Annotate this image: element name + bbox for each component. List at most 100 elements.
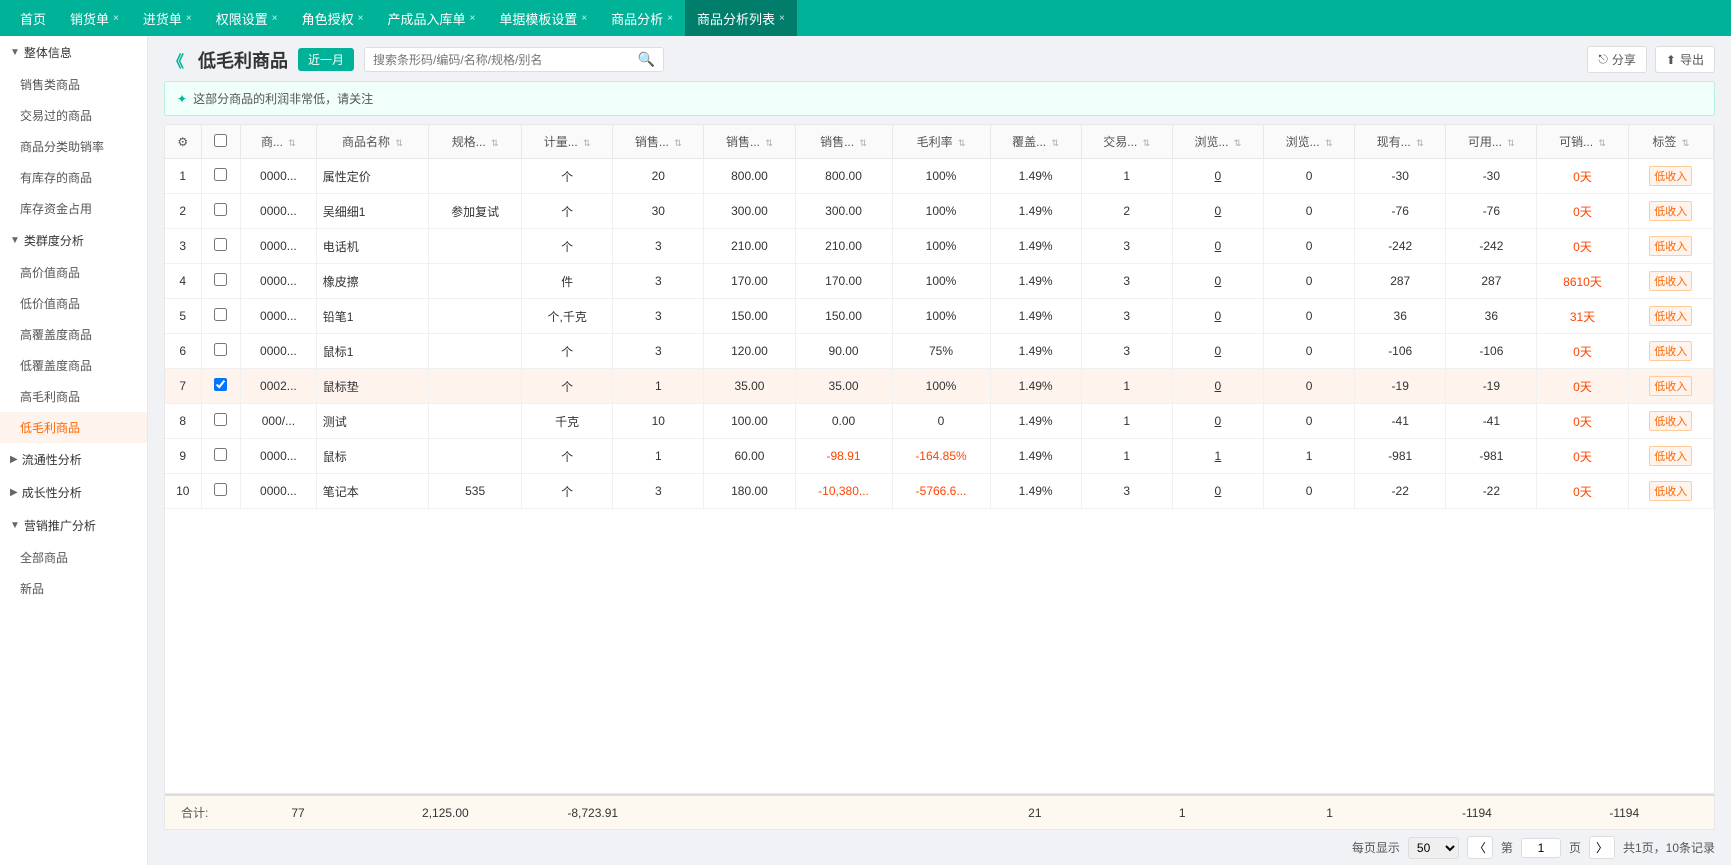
row-select-checkbox[interactable] bbox=[214, 238, 227, 251]
row-browse1[interactable]: 0 bbox=[1172, 299, 1263, 334]
column-sell-days[interactable]: 可销... ⇅ bbox=[1537, 125, 1628, 159]
page-number-input[interactable] bbox=[1521, 838, 1561, 858]
column-current-stock[interactable]: 现有... ⇅ bbox=[1355, 125, 1446, 159]
row-browse1[interactable]: 0 bbox=[1172, 404, 1263, 439]
row-checkbox[interactable] bbox=[201, 334, 241, 369]
nav-item-home[interactable]: 首页 bbox=[8, 0, 58, 36]
sidebar-item-low-coverage[interactable]: 低覆盖度商品 bbox=[0, 350, 147, 381]
nav-item-sales[interactable]: 销货单 × bbox=[58, 0, 131, 36]
row-browse1[interactable]: 0 bbox=[1172, 159, 1263, 194]
search-input[interactable] bbox=[373, 53, 638, 67]
close-icon[interactable]: × bbox=[779, 13, 785, 24]
row-select-checkbox[interactable] bbox=[214, 168, 227, 181]
browse1-link[interactable]: 0 bbox=[1215, 344, 1222, 358]
nav-item-permissions[interactable]: 权限设置 × bbox=[204, 0, 290, 36]
sidebar-item-low-value[interactable]: 低价值商品 bbox=[0, 288, 147, 319]
close-icon[interactable]: × bbox=[581, 13, 587, 24]
close-icon[interactable]: × bbox=[113, 13, 119, 24]
column-sale-profit[interactable]: 销售... ⇅ bbox=[795, 125, 892, 159]
per-page-select[interactable]: 50 100 200 bbox=[1408, 837, 1459, 859]
column-sale-price[interactable]: 销售... ⇅ bbox=[704, 125, 795, 159]
time-filter-button[interactable]: 近一月 bbox=[298, 48, 354, 71]
sidebar-group-cluster[interactable]: ▼ 类群度分析 bbox=[0, 224, 147, 257]
collapse-sidebar-button[interactable]: 《 bbox=[164, 48, 188, 72]
nav-item-analysis[interactable]: 商品分析 × bbox=[599, 0, 685, 36]
browse1-link[interactable]: 0 bbox=[1215, 484, 1222, 498]
row-select-checkbox[interactable] bbox=[214, 483, 227, 496]
row-browse1[interactable]: 1 bbox=[1172, 439, 1263, 474]
row-select-checkbox[interactable] bbox=[214, 273, 227, 286]
browse1-link[interactable]: 1 bbox=[1215, 449, 1222, 463]
nav-item-roles[interactable]: 角色授权 × bbox=[290, 0, 376, 36]
select-all-checkbox[interactable] bbox=[214, 134, 227, 147]
nav-item-analysis-list[interactable]: 商品分析列表 × bbox=[685, 0, 797, 36]
sidebar-item-high-value[interactable]: 高价值商品 bbox=[0, 257, 147, 288]
row-select-checkbox[interactable] bbox=[214, 343, 227, 356]
nav-item-purchase[interactable]: 进货单 × bbox=[131, 0, 204, 36]
row-browse1[interactable]: 0 bbox=[1172, 334, 1263, 369]
column-trade-count[interactable]: 交易... ⇅ bbox=[1081, 125, 1172, 159]
row-checkbox[interactable] bbox=[201, 439, 241, 474]
column-code[interactable]: 商... ⇅ bbox=[241, 125, 317, 159]
column-tag[interactable]: 标签 ⇅ bbox=[1628, 125, 1713, 159]
sidebar-item-category-rate[interactable]: 商品分类助销率 bbox=[0, 131, 147, 162]
row-browse1[interactable]: 0 bbox=[1172, 369, 1263, 404]
nav-item-template[interactable]: 单据模板设置 × bbox=[487, 0, 599, 36]
row-checkbox[interactable] bbox=[201, 264, 241, 299]
sidebar-group-growth[interactable]: ▶ 成长性分析 bbox=[0, 476, 147, 509]
export-button[interactable]: ⬆ 导出 bbox=[1655, 46, 1715, 73]
close-icon[interactable]: × bbox=[272, 13, 278, 24]
sidebar-item-stocked-goods[interactable]: 有库存的商品 bbox=[0, 162, 147, 193]
prev-page-button[interactable]: 〈 bbox=[1467, 836, 1493, 859]
sidebar-item-all-goods[interactable]: 全部商品 bbox=[0, 542, 147, 573]
column-gross-rate[interactable]: 毛利率 ⇅ bbox=[892, 125, 990, 159]
row-checkbox[interactable] bbox=[201, 299, 241, 334]
row-select-checkbox[interactable] bbox=[214, 203, 227, 216]
close-icon[interactable]: × bbox=[469, 13, 475, 24]
row-checkbox[interactable] bbox=[201, 474, 241, 509]
browse1-link[interactable]: 0 bbox=[1215, 239, 1222, 253]
sidebar-group-flow[interactable]: ▶ 流通性分析 bbox=[0, 443, 147, 476]
browse1-link[interactable]: 0 bbox=[1215, 309, 1222, 323]
column-spec[interactable]: 规格... ⇅ bbox=[429, 125, 522, 159]
row-browse1[interactable]: 0 bbox=[1172, 474, 1263, 509]
row-browse1[interactable]: 0 bbox=[1172, 194, 1263, 229]
sidebar-group-overview[interactable]: ▼ 整体信息 bbox=[0, 36, 147, 69]
row-checkbox[interactable] bbox=[201, 229, 241, 264]
row-browse1[interactable]: 0 bbox=[1172, 229, 1263, 264]
sidebar-item-sales-goods[interactable]: 销售类商品 bbox=[0, 69, 147, 100]
browse1-link[interactable]: 0 bbox=[1215, 274, 1222, 288]
row-browse1[interactable]: 0 bbox=[1172, 264, 1263, 299]
sidebar-item-stock-capital[interactable]: 库存资金占用 bbox=[0, 193, 147, 224]
column-avail-stock[interactable]: 可用... ⇅ bbox=[1446, 125, 1537, 159]
next-page-button[interactable]: 〉 bbox=[1589, 836, 1615, 859]
column-cover-rate[interactable]: 覆盖... ⇅ bbox=[990, 125, 1081, 159]
column-browse2[interactable]: 浏览... ⇅ bbox=[1263, 125, 1354, 159]
row-checkbox[interactable] bbox=[201, 159, 241, 194]
share-button[interactable]: ⎋ 分享 bbox=[1587, 46, 1647, 73]
close-icon[interactable]: × bbox=[667, 13, 673, 24]
column-browse1[interactable]: 浏览... ⇅ bbox=[1172, 125, 1263, 159]
browse1-link[interactable]: 0 bbox=[1215, 169, 1222, 183]
sidebar-group-marketing[interactable]: ▼ 营销推广分析 bbox=[0, 509, 147, 542]
row-select-checkbox[interactable] bbox=[214, 308, 227, 321]
row-select-checkbox[interactable] bbox=[214, 413, 227, 426]
column-checkbox-header[interactable] bbox=[201, 125, 241, 159]
row-checkbox[interactable] bbox=[201, 369, 241, 404]
row-checkbox[interactable] bbox=[201, 404, 241, 439]
column-sale-qty[interactable]: 销售... ⇅ bbox=[613, 125, 704, 159]
browse1-link[interactable]: 0 bbox=[1215, 414, 1222, 428]
browse1-link[interactable]: 0 bbox=[1215, 379, 1222, 393]
sidebar-item-high-gross[interactable]: 高毛利商品 bbox=[0, 381, 147, 412]
sidebar-item-traded-goods[interactable]: 交易过的商品 bbox=[0, 100, 147, 131]
column-settings[interactable]: ⚙ bbox=[165, 125, 201, 159]
sidebar-item-high-coverage[interactable]: 高覆盖度商品 bbox=[0, 319, 147, 350]
sidebar-item-new-goods[interactable]: 新品 bbox=[0, 573, 147, 604]
column-unit[interactable]: 计量... ⇅ bbox=[522, 125, 613, 159]
row-select-checkbox[interactable] bbox=[214, 378, 227, 391]
close-icon[interactable]: × bbox=[358, 13, 364, 24]
column-name[interactable]: 商品名称 ⇅ bbox=[316, 125, 428, 159]
close-icon[interactable]: × bbox=[186, 13, 192, 24]
browse1-link[interactable]: 0 bbox=[1215, 204, 1222, 218]
row-select-checkbox[interactable] bbox=[214, 448, 227, 461]
